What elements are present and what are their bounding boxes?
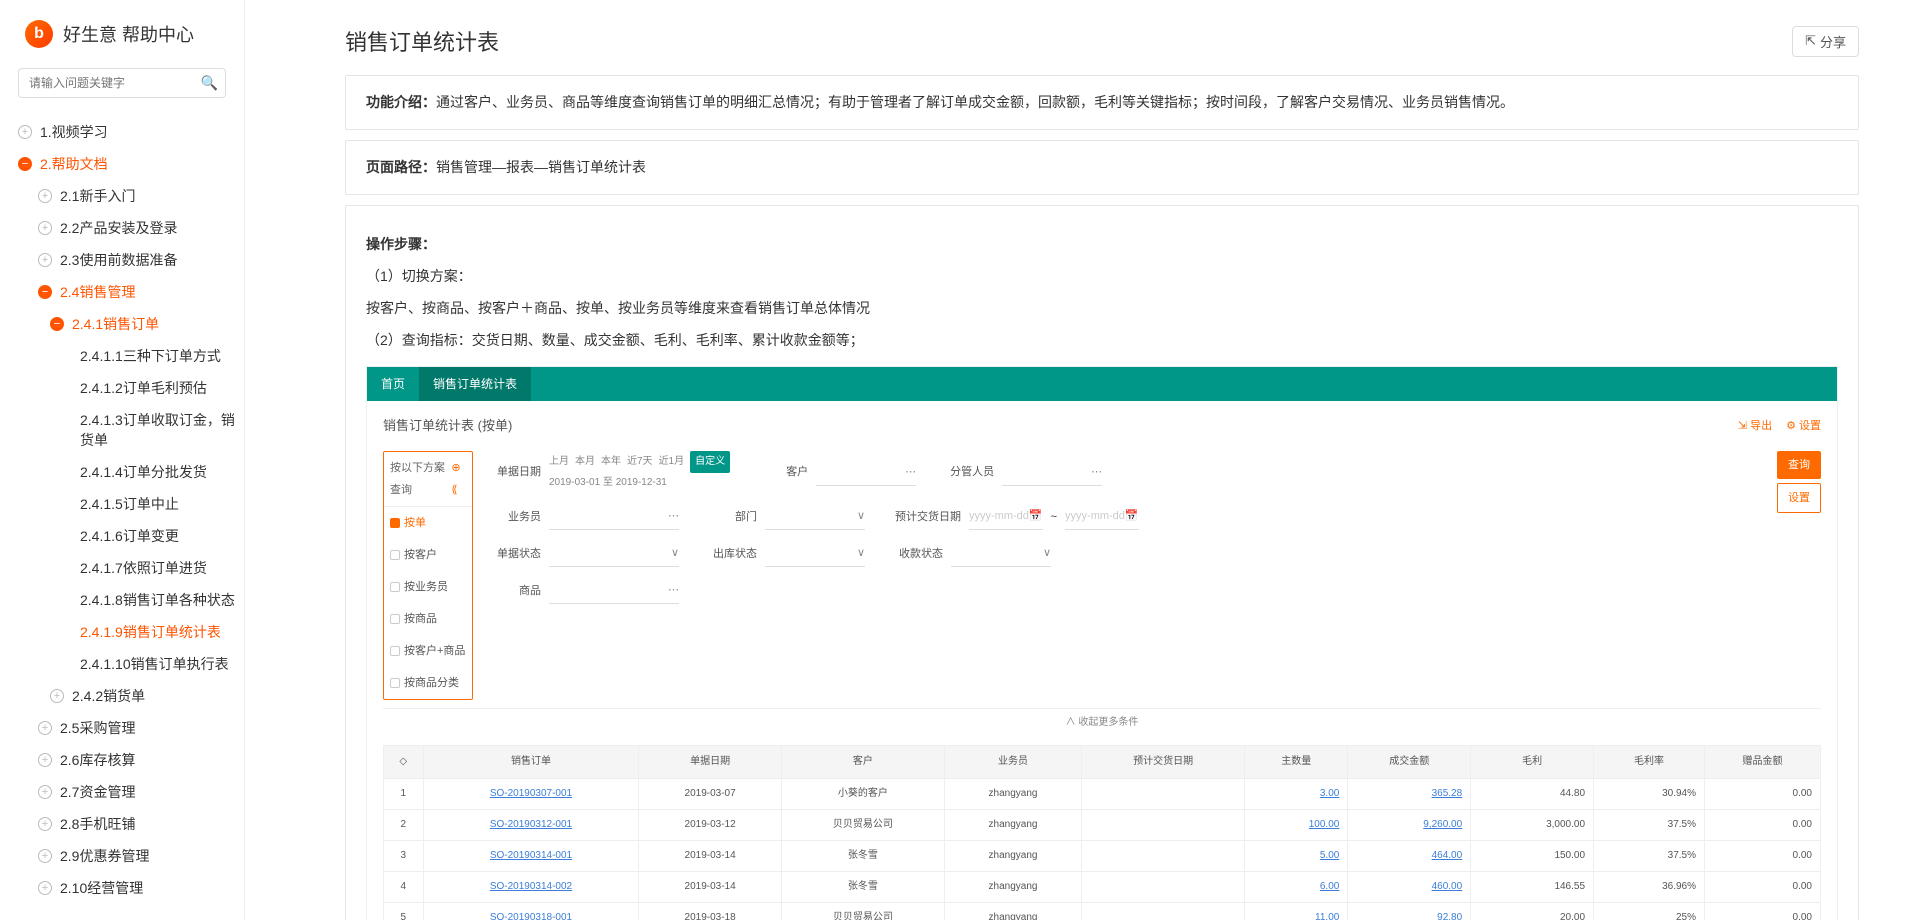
nav-leaf-4[interactable]: 2.4.1.4订单分批发货 <box>0 456 244 488</box>
ss-scheme-item: 按业务员 <box>384 571 472 603</box>
steps-label: 操作步骤： <box>366 236 436 252</box>
nav-item-sales-order[interactable]: −2.4.1销售订单 <box>0 308 244 340</box>
ss-setting: ⚙ 设置 <box>1786 415 1821 437</box>
ss-tab-home: 首页 <box>367 367 419 401</box>
search-icon[interactable]: 🔍 <box>201 75 218 92</box>
ss-tab-report: 销售订单统计表 <box>419 367 531 401</box>
nav-leaf-7[interactable]: 2.4.1.7依照订单进货 <box>0 552 244 584</box>
share-button[interactable]: ⇱ 分享 <box>1792 26 1859 57</box>
nav-item-video[interactable]: +1.视频学习 <box>0 116 244 148</box>
nav-item-help-docs[interactable]: −2.帮助文档 <box>0 148 244 180</box>
ss-table: ◇销售订单单据日期客户业务员预计交货日期主数量成交金额毛利毛利率赠品金额 1SO… <box>383 745 1821 920</box>
step1-text: 按客户、按商品、按客户＋商品、按单、按业务员等维度来查看销售订单总体情况 <box>366 294 1838 322</box>
nav-item-coupon[interactable]: +2.9优惠券管理 <box>0 840 244 872</box>
main-content: 销售订单统计表 ⇱ 分享 功能介绍：通过客户、业务员、商品等维度查询销售订单的明… <box>245 0 1919 920</box>
ss-scheme-item: 按商品分类 <box>384 667 472 699</box>
nav-item-prepare[interactable]: +2.3使用前数据准备 <box>0 244 244 276</box>
nav-item-purchase[interactable]: +2.5采购管理 <box>0 712 244 744</box>
nav-item-sales[interactable]: −2.4销售管理 <box>0 276 244 308</box>
intro-label: 功能介绍： <box>366 94 436 110</box>
nav-leaf-8[interactable]: 2.4.1.8销售订单各种状态 <box>0 584 244 616</box>
step2-label: （2）查询指标： <box>366 332 472 348</box>
intro-text: 通过客户、业务员、商品等维度查询销售订单的明细汇总情况；有助于管理者了解订单成交… <box>436 94 1514 110</box>
ss-scheme-box: 按以下方案查询⊕ ⟪ 按单 按客户 按业务员 按商品 按客户+商品 按商品分类 <box>383 451 473 700</box>
nav-leaf-6[interactable]: 2.4.1.6订单变更 <box>0 520 244 552</box>
step1-label: （1）切换方案： <box>366 262 1838 290</box>
ss-scheme-item: 按客户+商品 <box>384 635 472 667</box>
ss-scheme-item: 按单 <box>384 507 472 539</box>
nav-leaf-10[interactable]: 2.4.1.10销售订单执行表 <box>0 648 244 680</box>
path-text: 销售管理—报表—销售订单统计表 <box>436 159 646 175</box>
nav-item-install[interactable]: +2.2产品安装及登录 <box>0 212 244 244</box>
sidebar: b 好生意 帮助中心 🔍 +1.视频学习 −2.帮助文档 +2.1新手入门 +2… <box>0 0 245 920</box>
nav-tree: +1.视频学习 −2.帮助文档 +2.1新手入门 +2.2产品安装及登录 +2.… <box>0 116 244 904</box>
app-logo: b <box>25 20 53 48</box>
steps-block: 操作步骤： （1）切换方案： 按客户、按商品、按客户＋商品、按单、按业务员等维度… <box>345 205 1859 920</box>
path-label: 页面路径： <box>366 159 436 175</box>
path-card: 页面路径：销售管理—报表—销售订单统计表 <box>345 140 1859 195</box>
ss-title: 销售订单统计表 (按单) <box>383 413 512 439</box>
nav-leaf-3[interactable]: 2.4.1.3订单收取订金，销货单 <box>0 404 244 456</box>
ss-set-btn: 设置 <box>1777 483 1821 513</box>
ss-scheme-item: 按商品 <box>384 603 472 635</box>
page-title: 销售订单统计表 <box>345 25 499 57</box>
nav-item-inventory[interactable]: +2.6库存核算 <box>0 744 244 776</box>
ss-scheme-item: 按客户 <box>384 539 472 571</box>
nav-item-finance[interactable]: +2.7资金管理 <box>0 776 244 808</box>
share-icon: ⇱ <box>1805 33 1816 49</box>
nav-leaf-1[interactable]: 2.4.1.1三种下订单方式 <box>0 340 244 372</box>
intro-card: 功能介绍：通过客户、业务员、商品等维度查询销售订单的明细汇总情况；有助于管理者了… <box>345 75 1859 130</box>
search-input[interactable] <box>18 68 226 98</box>
nav-item-beginner[interactable]: +2.1新手入门 <box>0 180 244 212</box>
ss-export: ⇲ 导出 <box>1738 415 1772 437</box>
search-box: 🔍 <box>18 68 226 98</box>
ss-collapse: ∧ 收起更多条件 <box>383 708 1821 737</box>
nav-item-business[interactable]: +2.10经营管理 <box>0 872 244 904</box>
logo-row: b 好生意 帮助中心 <box>0 20 244 68</box>
nav-leaf-5[interactable]: 2.4.1.5订单中止 <box>0 488 244 520</box>
nav-item-sales-bill[interactable]: +2.4.2销货单 <box>0 680 244 712</box>
nav-item-mobile-shop[interactable]: +2.8手机旺铺 <box>0 808 244 840</box>
nav-leaf-2[interactable]: 2.4.1.2订单毛利预估 <box>0 372 244 404</box>
ss-query-btn: 查询 <box>1777 451 1821 479</box>
nav-leaf-9-active[interactable]: 2.4.1.9销售订单统计表 <box>0 616 244 648</box>
step2-text: 交货日期、数量、成交金额、毛利、毛利率、累计收款金额等； <box>472 332 864 348</box>
embedded-screenshot-1: 首页 销售订单统计表 销售订单统计表 (按单) ⇲ 导出 ⚙ 设置 按以下方案查… <box>366 366 1838 920</box>
app-name: 好生意 帮助中心 <box>63 21 194 47</box>
